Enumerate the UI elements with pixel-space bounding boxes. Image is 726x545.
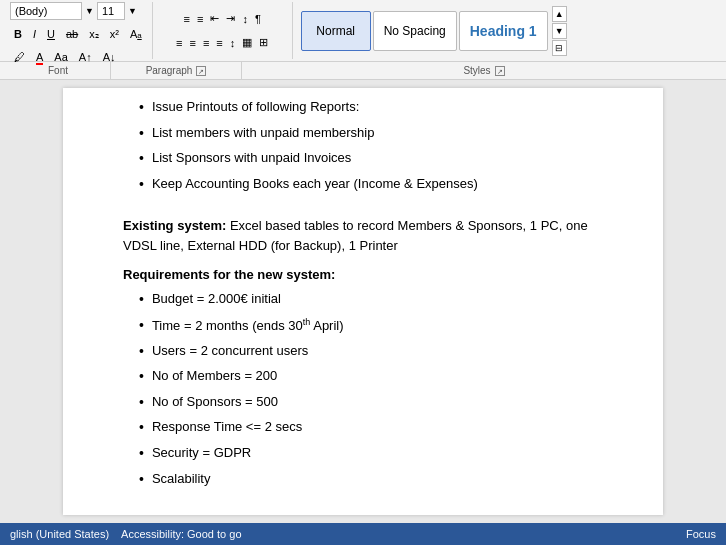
align-center-button[interactable]: ≡ (187, 34, 199, 52)
styles-expand-icon[interactable]: ↗ (495, 66, 505, 76)
styles-section: Normal No Spacing Heading 1 ▲ ▼ ⊟ (293, 2, 722, 59)
list-item: No of Sponsors = 500 (123, 393, 603, 413)
styles-expand-button[interactable]: ⊟ (552, 40, 567, 56)
line-spacing-button[interactable]: ↕ (227, 34, 239, 52)
labels-row: Font Paragraph ↗ Styles ↗ (0, 62, 726, 80)
subscript-button[interactable]: x₂ (85, 25, 103, 43)
align-right-button[interactable]: ≡ (200, 34, 212, 52)
styles-label: Styles ↗ (242, 65, 726, 76)
borders-button[interactable]: ⊞ (256, 34, 271, 52)
language-status: glish (United States) (10, 528, 109, 540)
list-item: Scalability (123, 470, 603, 490)
list-item: Security = GDPR (123, 444, 603, 464)
font-size-input[interactable] (97, 2, 125, 20)
list-item: Issue Printouts of following Reports: (123, 98, 603, 118)
doc-area: Issue Printouts of following Reports: Li… (0, 80, 726, 523)
styles-up-arrow[interactable]: ▲ (552, 6, 567, 22)
highlight-button[interactable]: 🖊 (10, 48, 29, 66)
style-no-spacing-button[interactable]: No Spacing (373, 11, 457, 51)
toolbar: ▼ ▼ B I U ab x₂ x² Aa 🖊 A Aa A↑ A↓ ≡ ≡ ⇤… (0, 0, 726, 62)
page[interactable]: Issue Printouts of following Reports: Li… (63, 88, 663, 515)
paragraph-label: Paragraph ↗ (111, 65, 241, 76)
superscript-button[interactable]: x² (106, 25, 123, 43)
style-normal-button[interactable]: Normal (301, 11, 371, 51)
existing-system-bold-text: Existing system: (123, 218, 226, 233)
indent-dec-button[interactable]: ⇤ (207, 10, 222, 28)
focus-button[interactable]: Focus (686, 528, 716, 540)
sort-button[interactable]: ↕ (239, 10, 251, 28)
shading-button[interactable]: ▦ (239, 34, 255, 52)
font-label: Font (0, 65, 110, 76)
list-item: No of Members = 200 (123, 367, 603, 387)
accessibility-status: Accessibility: Good to go (121, 528, 241, 540)
status-left: glish (United States) Accessibility: Goo… (10, 528, 242, 540)
paragraph-expand-icon[interactable]: ↗ (196, 66, 206, 76)
list-item: Users = 2 concurrent users (123, 342, 603, 362)
style-heading1-button[interactable]: Heading 1 (459, 11, 548, 51)
indent-inc-button[interactable]: ⇥ (223, 10, 238, 28)
font-name-dropdown-icon[interactable]: ▼ (85, 6, 94, 16)
list-item: List members with unpaid membership (123, 124, 603, 144)
font-size-dropdown-icon[interactable]: ▼ (128, 6, 137, 16)
list-bullet-button[interactable]: ≡ (181, 10, 193, 28)
status-right: Focus (686, 528, 716, 540)
list-item: Keep Accounting Books each year (Income … (123, 175, 603, 195)
show-marks-button[interactable]: ¶ (252, 10, 264, 28)
list-item: Budget = 2.000€ initial (123, 290, 603, 310)
align-left-button[interactable]: ≡ (173, 34, 185, 52)
list-item: List Sponsors with unpaid Invoices (123, 149, 603, 169)
bullet-list-requirements: Budget = 2.000€ initial Time = 2 months … (123, 290, 603, 489)
requirements-heading: Requirements for the new system: (123, 267, 603, 282)
list-number-button[interactable]: ≡ (194, 10, 206, 28)
status-bar: glish (United States) Accessibility: Goo… (0, 523, 726, 545)
font-A-up-button[interactable]: A↑ (75, 48, 96, 66)
italic-button[interactable]: I (29, 25, 40, 43)
underline-button[interactable]: U (43, 25, 59, 43)
font-section: ▼ ▼ B I U ab x₂ x² Aa 🖊 A Aa A↑ A↓ (4, 2, 153, 59)
font-aa-button[interactable]: Aa (50, 48, 71, 66)
list-item: Time = 2 months (ends 30th April) (123, 316, 603, 336)
paragraph-section: ≡ ≡ ⇤ ⇥ ↕ ¶ ≡ ≡ ≡ ≡ ↕ ▦ ⊞ (153, 2, 293, 59)
bold-button[interactable]: B (10, 25, 26, 43)
list-item: Response Time <= 2 secs (123, 418, 603, 438)
font-color-button[interactable]: A (32, 48, 47, 66)
existing-system-paragraph: Existing system: Excel based tables to r… (123, 216, 603, 255)
styles-down-arrow[interactable]: ▼ (552, 23, 567, 39)
font-name-input[interactable] (10, 2, 82, 20)
align-justify-button[interactable]: ≡ (213, 34, 225, 52)
clear-format-button[interactable]: Aa (126, 25, 146, 43)
bullet-list-top: Issue Printouts of following Reports: Li… (123, 98, 603, 194)
strikethrough-button[interactable]: ab (62, 25, 82, 43)
